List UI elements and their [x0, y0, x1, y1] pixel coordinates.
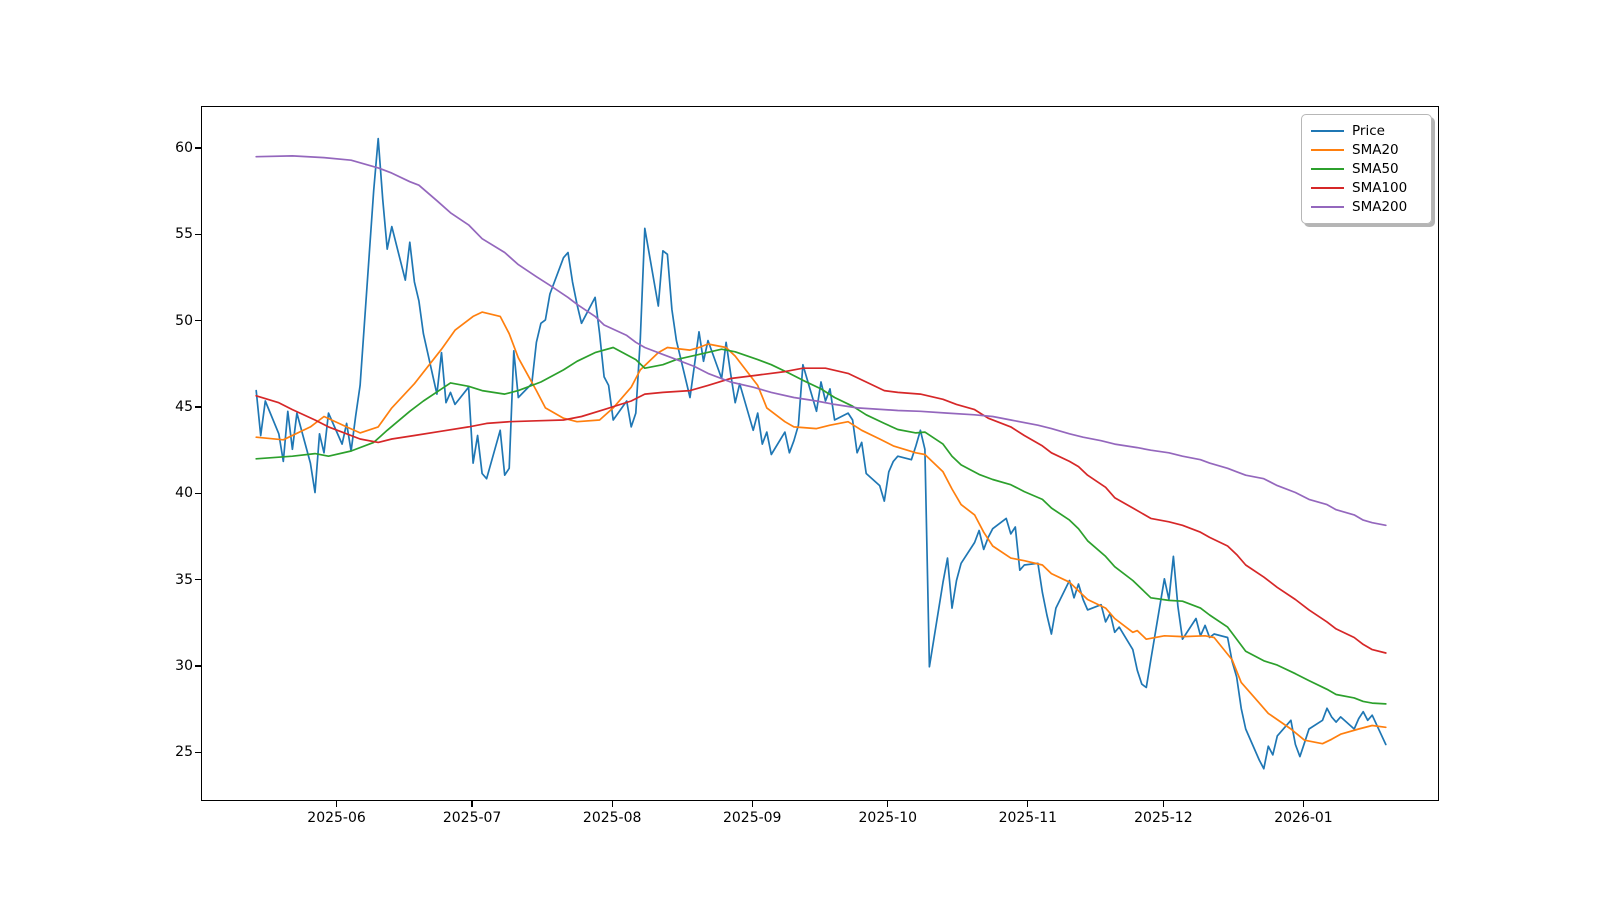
x-tick-mark	[1162, 801, 1164, 807]
x-tick-label: 2025-09	[722, 810, 782, 826]
x-tick-mark	[1027, 801, 1029, 807]
figure-canvas: Price SMA20 SMA50 SMA100 SMA200 25 30 35 40 45 50…	[0, 0, 1600, 900]
legend-item-price: Price	[1311, 121, 1421, 140]
x-tick-label: 2025-07	[442, 810, 502, 826]
legend-item-sma50: SMA50	[1311, 159, 1421, 178]
series-line-sma50	[255, 346, 1387, 705]
x-tick-mark	[751, 801, 753, 807]
legend-line-swatch	[1311, 129, 1344, 132]
y-tick-label: 35	[175, 571, 193, 588]
legend-line-swatch	[1311, 148, 1344, 151]
legend-label: SMA20	[1352, 141, 1399, 158]
y-tick-label: 60	[175, 139, 193, 156]
series-line-price	[255, 137, 1387, 770]
plot-area: Price SMA20 SMA50 SMA100 SMA200	[201, 106, 1439, 801]
legend-item-sma20: SMA20	[1311, 140, 1421, 159]
x-tick-mark	[1302, 801, 1305, 807]
legend-label: SMA100	[1352, 180, 1408, 197]
legend[interactable]: Price SMA20 SMA50 SMA100 SMA200	[1301, 114, 1432, 224]
x-tick-mark	[335, 801, 338, 807]
y-tick-mark	[195, 320, 201, 322]
x-tick-label: 2025-10	[858, 810, 918, 826]
legend-label: SMA50	[1352, 161, 1399, 177]
series-line-sma20	[255, 311, 1387, 745]
legend-item-sma200: SMA200	[1311, 198, 1421, 217]
x-tick-mark	[887, 801, 889, 807]
y-tick-mark	[195, 751, 201, 753]
y-tick-mark	[195, 665, 201, 667]
x-tick-label: 2025-06	[307, 810, 366, 826]
y-tick-label: 40	[175, 485, 193, 502]
series-line-sma100	[255, 367, 1387, 654]
y-tick-label: 50	[175, 312, 193, 329]
y-tick-label: 30	[175, 657, 193, 674]
legend-item-sma100: SMA100	[1311, 179, 1421, 198]
legend-line-swatch	[1311, 206, 1344, 209]
y-tick-label: 25	[175, 744, 193, 761]
x-tick-label: 2026-01	[1274, 810, 1333, 826]
x-tick-label: 2025-11	[998, 810, 1058, 826]
x-tick-label: 2025-08	[582, 810, 642, 826]
legend-label: SMA200	[1352, 199, 1408, 216]
chart-lines	[255, 137, 1387, 770]
x-tick-mark	[611, 801, 613, 807]
x-tick-mark	[471, 801, 473, 807]
legend-line-swatch	[1311, 187, 1344, 190]
legend-line-swatch	[1311, 168, 1344, 170]
x-tick-label: 2025-12	[1134, 810, 1193, 826]
y-tick-mark	[195, 233, 201, 235]
y-tick-mark	[195, 492, 201, 494]
y-tick-mark	[195, 406, 201, 408]
y-tick-label: 55	[175, 226, 193, 243]
y-tick-mark	[195, 147, 201, 149]
y-tick-label: 45	[175, 398, 193, 415]
y-tick-mark	[195, 579, 201, 581]
legend-label: Price	[1352, 122, 1385, 139]
